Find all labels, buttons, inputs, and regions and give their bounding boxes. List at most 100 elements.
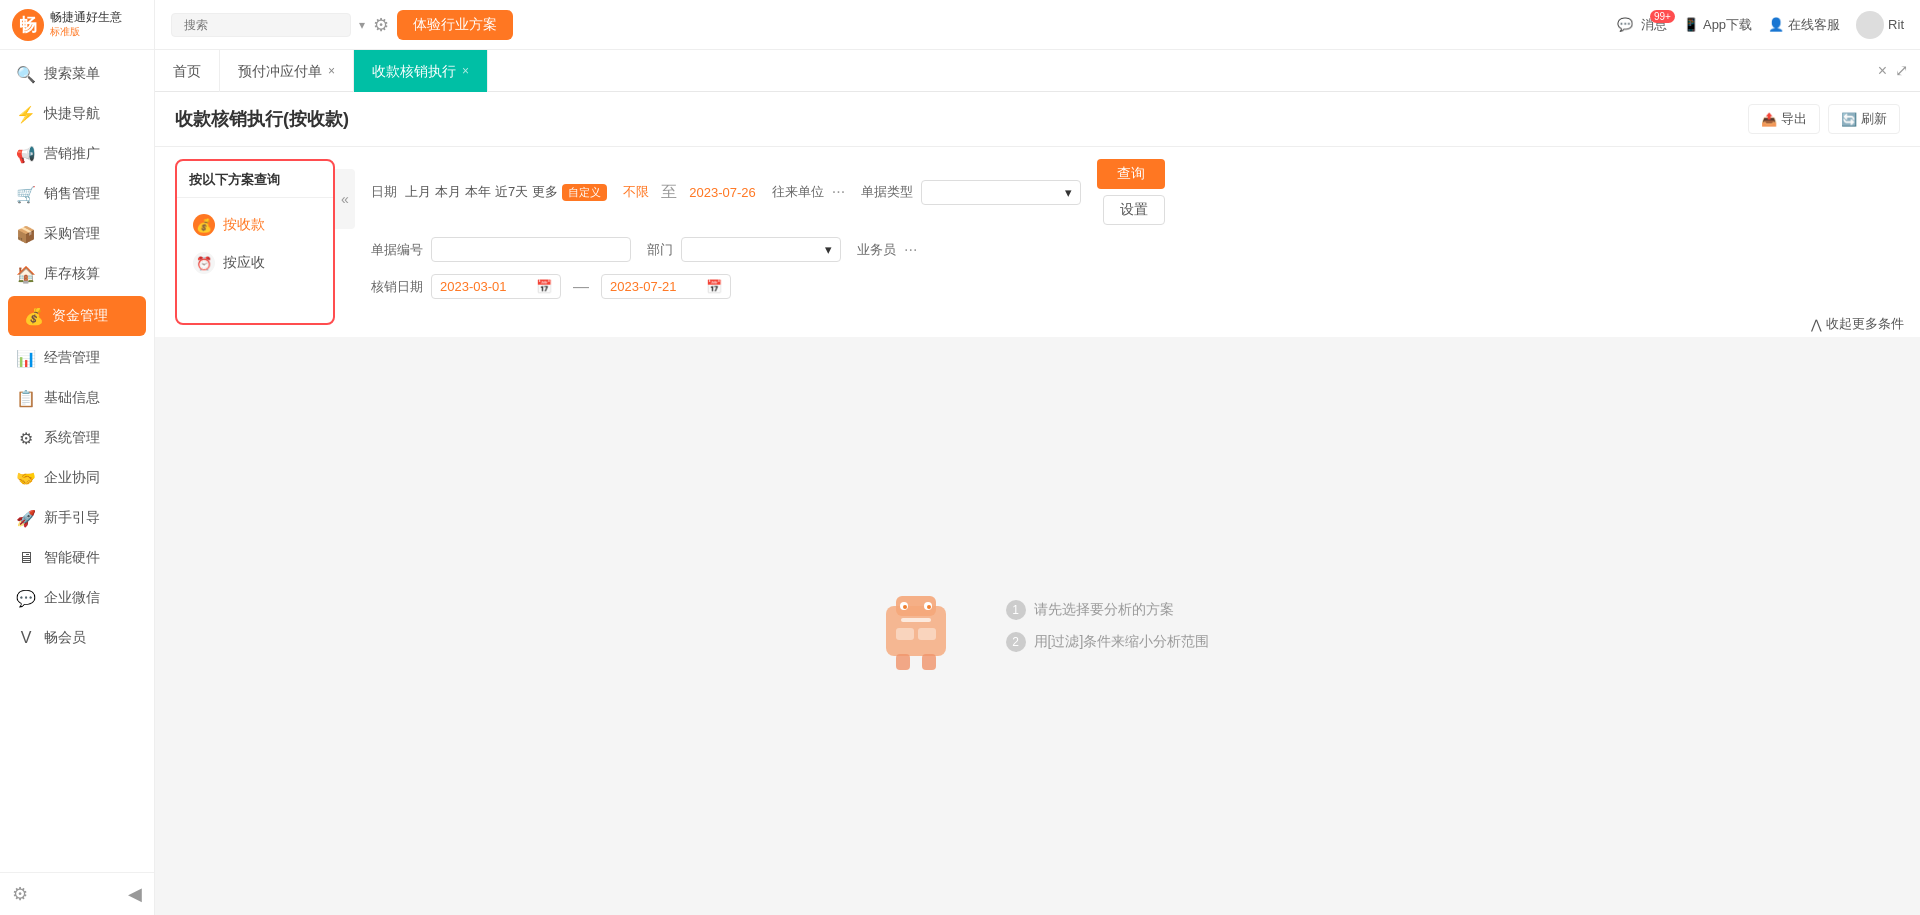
tip-text-2: 用[过滤]条件来缩小分析范围 bbox=[1034, 633, 1210, 651]
sidebar-item-11[interactable]: 🚀 新手引导 bbox=[0, 498, 154, 538]
dept-field: 部门 ▾ bbox=[647, 237, 841, 262]
svg-point-5 bbox=[927, 605, 931, 609]
date-current-label: 2023-07-26 bbox=[689, 185, 756, 200]
sidebar-item-14[interactable]: V畅会员 bbox=[0, 618, 154, 658]
online-service-button[interactable]: 👤 在线客服 bbox=[1768, 16, 1840, 34]
sidebar-item-1[interactable]: ⚡ 快捷导航 bbox=[0, 94, 154, 134]
expand-icon[interactable]: ⤢ bbox=[1895, 61, 1908, 80]
app-edition: 标准版 bbox=[50, 25, 122, 39]
tab-receivable[interactable]: 收款核销执行 × bbox=[354, 50, 488, 92]
dept-label: 部门 bbox=[647, 241, 673, 259]
date-field: 日期 上月 本月 本年 近7天 更多 自定义 bbox=[371, 183, 607, 201]
sidebar-item-label-11: 新手引导 bbox=[44, 509, 100, 527]
solution-button[interactable]: 体验行业方案 bbox=[397, 10, 513, 40]
sidebar-item-9[interactable]: ⚙ 系统管理 bbox=[0, 418, 154, 458]
verify-date-end-value: 2023-07-21 bbox=[610, 279, 677, 294]
page-title: 收款核销执行(按收款) bbox=[175, 107, 349, 143]
sidebar-item-0[interactable]: 🔍搜索菜单 bbox=[0, 54, 154, 94]
sidebar-item-13[interactable]: 💬企业微信 bbox=[0, 578, 154, 618]
sidebar-item-label-9: 系统管理 bbox=[44, 429, 100, 447]
collapse-sidebar-icon[interactable]: ◀ bbox=[128, 883, 142, 905]
username: Rit bbox=[1888, 17, 1904, 32]
refresh-button[interactable]: 🔄 刷新 bbox=[1828, 104, 1900, 134]
sidebar-item-4[interactable]: 📦采购管理 bbox=[0, 214, 154, 254]
user-profile[interactable]: Rit bbox=[1856, 11, 1904, 39]
this-year-link[interactable]: 本年 bbox=[465, 183, 491, 201]
sidebar-item-icon-1: ⚡ bbox=[16, 104, 36, 124]
sidebar-item-icon-9: ⚙ bbox=[16, 428, 36, 448]
staff-ellipsis[interactable]: ··· bbox=[904, 241, 917, 259]
gear-icon[interactable]: ⚙ bbox=[373, 14, 389, 36]
this-month-link[interactable]: 本月 bbox=[435, 183, 461, 201]
empty-tip-2: 2 用[过滤]条件来缩小分析范围 bbox=[1006, 632, 1210, 652]
message-badge: 99+ bbox=[1650, 10, 1675, 23]
sidebar-item-icon-11: 🚀 bbox=[16, 508, 36, 528]
doc-type-field: 单据类型 ▾ bbox=[861, 180, 1081, 205]
message-button[interactable]: 💬 99+ 消息 bbox=[1617, 16, 1667, 34]
setting-button[interactable]: 设置 bbox=[1103, 195, 1165, 225]
export-icon: 📤 bbox=[1761, 112, 1777, 127]
page-header: 收款核销执行(按收款) 📤 导出 🔄 刷新 bbox=[155, 92, 1920, 147]
last-month-link[interactable]: 上月 bbox=[405, 183, 431, 201]
more-date-link[interactable]: 更多 bbox=[532, 183, 558, 201]
settings-icon[interactable]: ⚙ bbox=[12, 883, 28, 905]
sidebar-item-5[interactable]: 🏠库存核算 bbox=[0, 254, 154, 294]
header-actions: 📤 导出 🔄 刷新 bbox=[1748, 104, 1900, 146]
collapse-filter-button[interactable]: « bbox=[335, 169, 355, 229]
dept-select[interactable]: ▾ bbox=[681, 237, 841, 262]
empty-state: 1 请先选择要分析的方案 2 用[过滤]条件来缩小分析范围 bbox=[155, 337, 1920, 915]
topbar-left: ▾ ⚙ 体验行业方案 bbox=[171, 10, 513, 40]
verify-date-start-input[interactable]: 2023-03-01 📅 bbox=[431, 274, 561, 299]
filter-form: 日期 上月 本月 本年 近7天 更多 自定义 不限 至 2023 bbox=[355, 159, 1920, 337]
sidebar-item-6[interactable]: 💰资金管理 bbox=[8, 296, 146, 336]
dept-arrow: ▾ bbox=[825, 242, 832, 257]
tab-home[interactable]: 首页 bbox=[155, 50, 220, 92]
sidebar-item-12[interactable]: 🖥 智能硬件 bbox=[0, 538, 154, 578]
sidebar-bottom: ⚙ ◀ bbox=[0, 872, 154, 915]
sidebar-item-2[interactable]: 📢营销推广 bbox=[0, 134, 154, 174]
close-tab-icon[interactable]: × bbox=[1878, 62, 1887, 80]
doc-type-select[interactable]: ▾ bbox=[921, 180, 1081, 205]
topbar: ▾ ⚙ 体验行业方案 💬 99+ 消息 📱 App下载 👤 在线客服 Rit bbox=[155, 0, 1920, 50]
doc-no-input[interactable] bbox=[431, 237, 631, 262]
tip-text-1: 请先选择要分析的方案 bbox=[1034, 601, 1174, 619]
robot-svg bbox=[866, 576, 966, 676]
svg-rect-10 bbox=[922, 654, 936, 670]
app-download-button[interactable]: 📱 App下载 bbox=[1683, 16, 1752, 34]
verify-date-end-input[interactable]: 2023-07-21 📅 bbox=[601, 274, 731, 299]
dropdown-icon[interactable]: ▾ bbox=[359, 18, 365, 32]
refresh-icon: 🔄 bbox=[1841, 112, 1857, 127]
sidebar-item-label-7: 经营管理 bbox=[44, 349, 100, 367]
filter-option-by-receipt[interactable]: 💰 按收款 bbox=[177, 206, 333, 244]
app-logo: 畅 畅捷通好生意 标准版 bbox=[0, 0, 154, 50]
sidebar-item-10[interactable]: 🤝企业协同 bbox=[0, 458, 154, 498]
partner-ellipsis[interactable]: ··· bbox=[832, 183, 845, 201]
custom-date-badge[interactable]: 自定义 bbox=[562, 184, 607, 201]
sidebar-item-3[interactable]: 🛒销售管理 bbox=[0, 174, 154, 214]
sidebar: 畅 畅捷通好生意 标准版 🔍搜索菜单 ⚡ 快捷导航 📢营销推广🛒销售管理📦采购管理🏠库… bbox=[0, 0, 155, 915]
sidebar-item-label-1: 快捷导航 bbox=[44, 105, 100, 123]
sidebar-item-label-4: 采购管理 bbox=[44, 225, 100, 243]
tab-controls: × ⤢ bbox=[1878, 61, 1920, 80]
search-input[interactable] bbox=[171, 13, 351, 37]
sidebar-item-7[interactable]: 📊 经营管理 bbox=[0, 338, 154, 378]
tab-prepay[interactable]: 预付冲应付单 × bbox=[220, 50, 354, 92]
receipt-icon: 💰 bbox=[193, 214, 215, 236]
last-7days-link[interactable]: 近7天 bbox=[495, 183, 528, 201]
filter-area: 按以下方案查询 💰 按收款 ⏰ 按应收 « 日期 bbox=[155, 147, 1920, 337]
sidebar-item-label-12: 智能硬件 bbox=[44, 549, 100, 567]
query-button[interactable]: 查询 bbox=[1097, 159, 1165, 189]
tab-prepay-label: 预付冲应付单 bbox=[238, 50, 322, 92]
tab-receivable-close[interactable]: × bbox=[462, 50, 469, 92]
export-button[interactable]: 📤 导出 bbox=[1748, 104, 1820, 134]
sidebar-item-icon-12: 🖥 bbox=[16, 548, 36, 568]
date-quick-links: 上月 本月 本年 近7天 更多 自定义 bbox=[405, 183, 607, 201]
verify-date-label: 核销日期 bbox=[371, 278, 423, 296]
sidebar-item-label-0: 搜索菜单 bbox=[44, 65, 100, 83]
filter-option-by-receivable[interactable]: ⏰ 按应收 bbox=[177, 244, 333, 282]
collapse-more-button[interactable]: ⋀ 收起更多条件 bbox=[371, 311, 1904, 337]
tab-prepay-close[interactable]: × bbox=[328, 50, 335, 92]
sidebar-item-icon-7: 📊 bbox=[16, 348, 36, 368]
sidebar-item-8[interactable]: 📋基础信息 bbox=[0, 378, 154, 418]
partner-label: 往来单位 bbox=[772, 183, 824, 201]
